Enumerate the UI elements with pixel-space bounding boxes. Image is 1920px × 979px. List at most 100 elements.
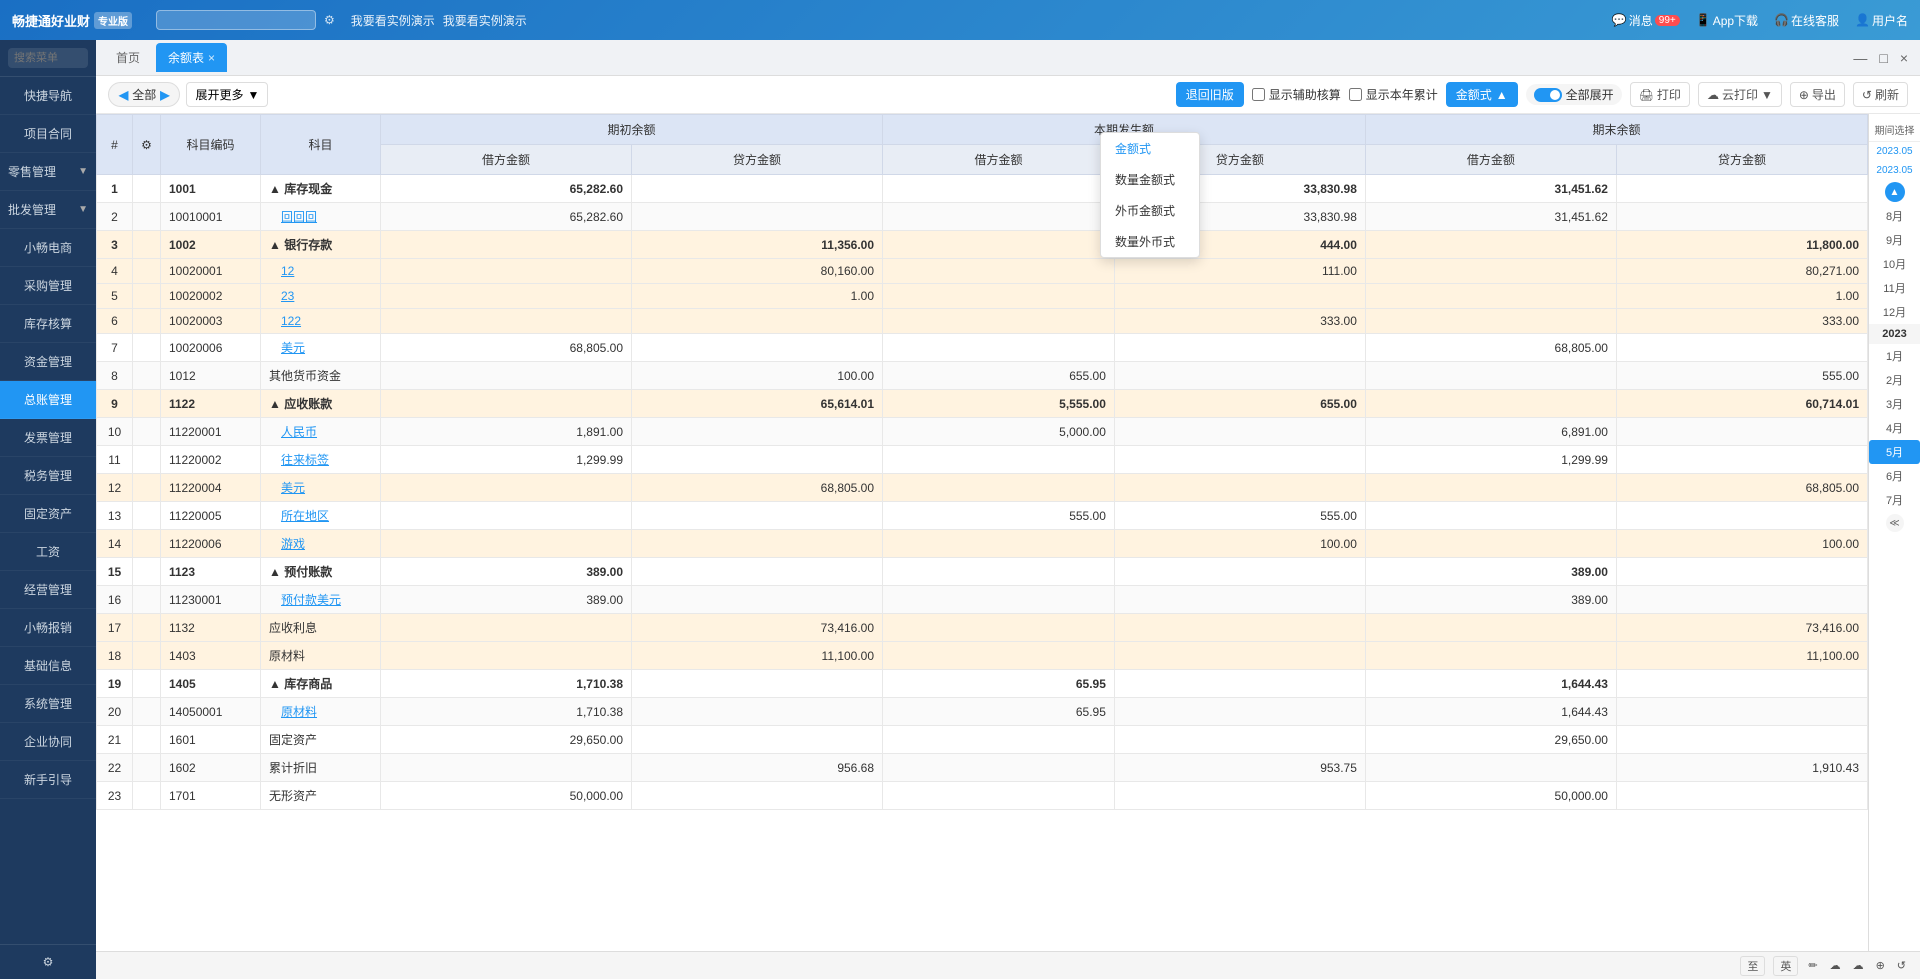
cell-subject[interactable]: 往来标签: [261, 446, 381, 474]
online-service-btn[interactable]: 🎧 在线客服: [1774, 12, 1839, 29]
sidebar-item-wholesale[interactable]: 批发管理▼: [0, 191, 96, 229]
time-item-date2[interactable]: 2023.05: [1869, 161, 1920, 180]
nav-all-pill[interactable]: ◀ 全部 ▶: [108, 82, 180, 107]
sidebar-item-ledger[interactable]: 总账管理: [0, 381, 96, 419]
back-to-old-btn[interactable]: 退回旧版: [1176, 82, 1244, 107]
cell-subject[interactable]: ▲ 库存商品: [261, 670, 381, 698]
sidebar-item-expense[interactable]: 小畅报销: [0, 609, 96, 647]
sidebar-item-fixed-assets[interactable]: 固定资产: [0, 495, 96, 533]
time-item-10[interactable]: 10月: [1869, 252, 1920, 276]
cell-subject[interactable]: 累计折旧: [261, 754, 381, 782]
cell-subject[interactable]: ▲ 库存现金: [261, 175, 381, 203]
time-nav-up[interactable]: ▲: [1885, 182, 1905, 202]
window-maximize-btn[interactable]: □: [1875, 48, 1891, 68]
time-item-5[interactable]: 5月: [1869, 440, 1920, 464]
status-cloud2-icon[interactable]: ☁: [1851, 957, 1866, 974]
status-edit-icon[interactable]: ✏: [1806, 957, 1819, 974]
sidebar-item-ecommerce[interactable]: 小畅电商: [0, 229, 96, 267]
time-item-6[interactable]: 6月: [1869, 464, 1920, 488]
status-refresh-icon[interactable]: ↺: [1895, 957, 1908, 974]
message-btn[interactable]: 💬 消息 99+: [1612, 12, 1680, 29]
time-item-3[interactable]: 3月: [1869, 392, 1920, 416]
top-search-input[interactable]: [156, 10, 316, 30]
export-btn[interactable]: ⊕ 导出: [1790, 82, 1845, 107]
sidebar-item-guide[interactable]: 新手引导: [0, 761, 96, 799]
sidebar-item-collab[interactable]: 企业协同: [0, 723, 96, 761]
user-avatar[interactable]: 👤 用户名: [1855, 12, 1908, 29]
sidebar-item-quick-nav[interactable]: 快捷导航: [0, 77, 96, 115]
cell-subject[interactable]: ▲ 预付账款: [261, 558, 381, 586]
sidebar-item-payroll[interactable]: 工资: [0, 533, 96, 571]
show-year-checkbox[interactable]: 显示本年累计: [1349, 86, 1438, 103]
cell-subject[interactable]: 无形资产: [261, 782, 381, 810]
cell-subject[interactable]: 美元: [261, 474, 381, 502]
cell-subject[interactable]: 23: [261, 284, 381, 309]
col-settings[interactable]: ⚙: [133, 115, 161, 175]
time-item-7[interactable]: 7月: [1869, 488, 1920, 512]
sidebar-item-project[interactable]: 项目合同: [0, 115, 96, 153]
sidebar-item-system[interactable]: 系统管理: [0, 685, 96, 723]
cell-subject[interactable]: 原材料: [261, 698, 381, 726]
time-item-1[interactable]: 1月: [1869, 344, 1920, 368]
cell-settings: [133, 334, 161, 362]
cell-subject[interactable]: 回回回: [261, 203, 381, 231]
sidebar-item-operations[interactable]: 经营管理: [0, 571, 96, 609]
expand-all-toggle[interactable]: 全部展开: [1526, 84, 1622, 105]
cell-subject[interactable]: 预付款美元: [261, 586, 381, 614]
cell-subject[interactable]: 固定资产: [261, 726, 381, 754]
time-item-2[interactable]: 2月: [1869, 368, 1920, 392]
window-minimize-btn[interactable]: —: [1849, 48, 1871, 68]
expand-more-btn[interactable]: 展开更多 ▼: [186, 82, 268, 107]
time-item-date1[interactable]: 2023.05: [1869, 142, 1920, 161]
sidebar-search-input[interactable]: [8, 48, 88, 68]
cell-subject[interactable]: 所在地区: [261, 502, 381, 530]
time-item-8[interactable]: 8月: [1869, 204, 1920, 228]
dropdown-item-2[interactable]: 外币金额式: [1101, 195, 1199, 226]
status-cloud1-icon[interactable]: ☁: [1828, 957, 1843, 974]
sidebar-item-retail[interactable]: 零售管理▼: [0, 153, 96, 191]
app-download-btn[interactable]: 📱 App下载: [1696, 12, 1758, 29]
window-close-btn[interactable]: ×: [1896, 48, 1912, 68]
status-lang-btn[interactable]: 英: [1773, 956, 1798, 976]
sidebar-footer[interactable]: ⚙: [0, 944, 96, 979]
dropdown-item-3[interactable]: 数量外币式: [1101, 226, 1199, 257]
dropdown-item-0[interactable]: 金额式: [1101, 133, 1199, 164]
cell-subject[interactable]: 其他货币资金: [261, 362, 381, 390]
tab-close-btn[interactable]: ×: [208, 51, 215, 65]
status-at-btn[interactable]: 至: [1740, 956, 1765, 976]
tab-balance[interactable]: 余额表 ×: [156, 43, 227, 72]
cell-subject[interactable]: 应收利息: [261, 614, 381, 642]
sidebar-item-capital[interactable]: 资金管理: [0, 343, 96, 381]
cell-subject[interactable]: ▲ 银行存款: [261, 231, 381, 259]
time-item-11[interactable]: 11月: [1869, 276, 1920, 300]
sidebar-item-tax[interactable]: 税务管理: [0, 457, 96, 495]
cell-subject[interactable]: 人民币: [261, 418, 381, 446]
tab-home[interactable]: 首页: [104, 43, 152, 72]
cloud-print-btn[interactable]: ☁ 云打印 ▼: [1698, 82, 1782, 107]
sidebar-item-inventory[interactable]: 库存核算: [0, 305, 96, 343]
sidebar-item-basic-info[interactable]: 基础信息: [0, 647, 96, 685]
time-item-12[interactable]: 12月: [1869, 300, 1920, 324]
table-row: 19 1405 ▲ 库存商品 1,710.38 65.95 1,644.43: [97, 670, 1868, 698]
time-item-4[interactable]: 4月: [1869, 416, 1920, 440]
time-collapse-btn[interactable]: ≪: [1886, 514, 1904, 532]
print-btn[interactable]: 🖨 打印: [1630, 82, 1690, 107]
show-assist-checkbox[interactable]: 显示辅助核算: [1252, 86, 1341, 103]
time-item-year2023[interactable]: 2023: [1869, 324, 1920, 344]
amount-mode-btn[interactable]: 金额式 ▲: [1446, 82, 1518, 107]
sidebar-item-purchase[interactable]: 采购管理: [0, 267, 96, 305]
demo-label[interactable]: 我要看实例演示: [443, 12, 527, 29]
cell-subject[interactable]: 美元: [261, 334, 381, 362]
cell-subject[interactable]: 原材料: [261, 642, 381, 670]
cell-subject[interactable]: 12: [261, 259, 381, 284]
cell-subject[interactable]: 游戏: [261, 530, 381, 558]
dropdown-item-1[interactable]: 数量金额式: [1101, 164, 1199, 195]
settings-icon[interactable]: ⚙: [324, 13, 335, 27]
cell-subject[interactable]: 122: [261, 309, 381, 334]
cell-subject[interactable]: ▲ 应收账款: [261, 390, 381, 418]
time-item-9[interactable]: 9月: [1869, 228, 1920, 252]
refresh-btn[interactable]: ↺ 刷新: [1853, 82, 1908, 107]
sidebar-item-invoice[interactable]: 发票管理: [0, 419, 96, 457]
status-add-icon[interactable]: ⊕: [1874, 957, 1887, 974]
demo-link[interactable]: 我要看实例演示: [351, 12, 435, 29]
